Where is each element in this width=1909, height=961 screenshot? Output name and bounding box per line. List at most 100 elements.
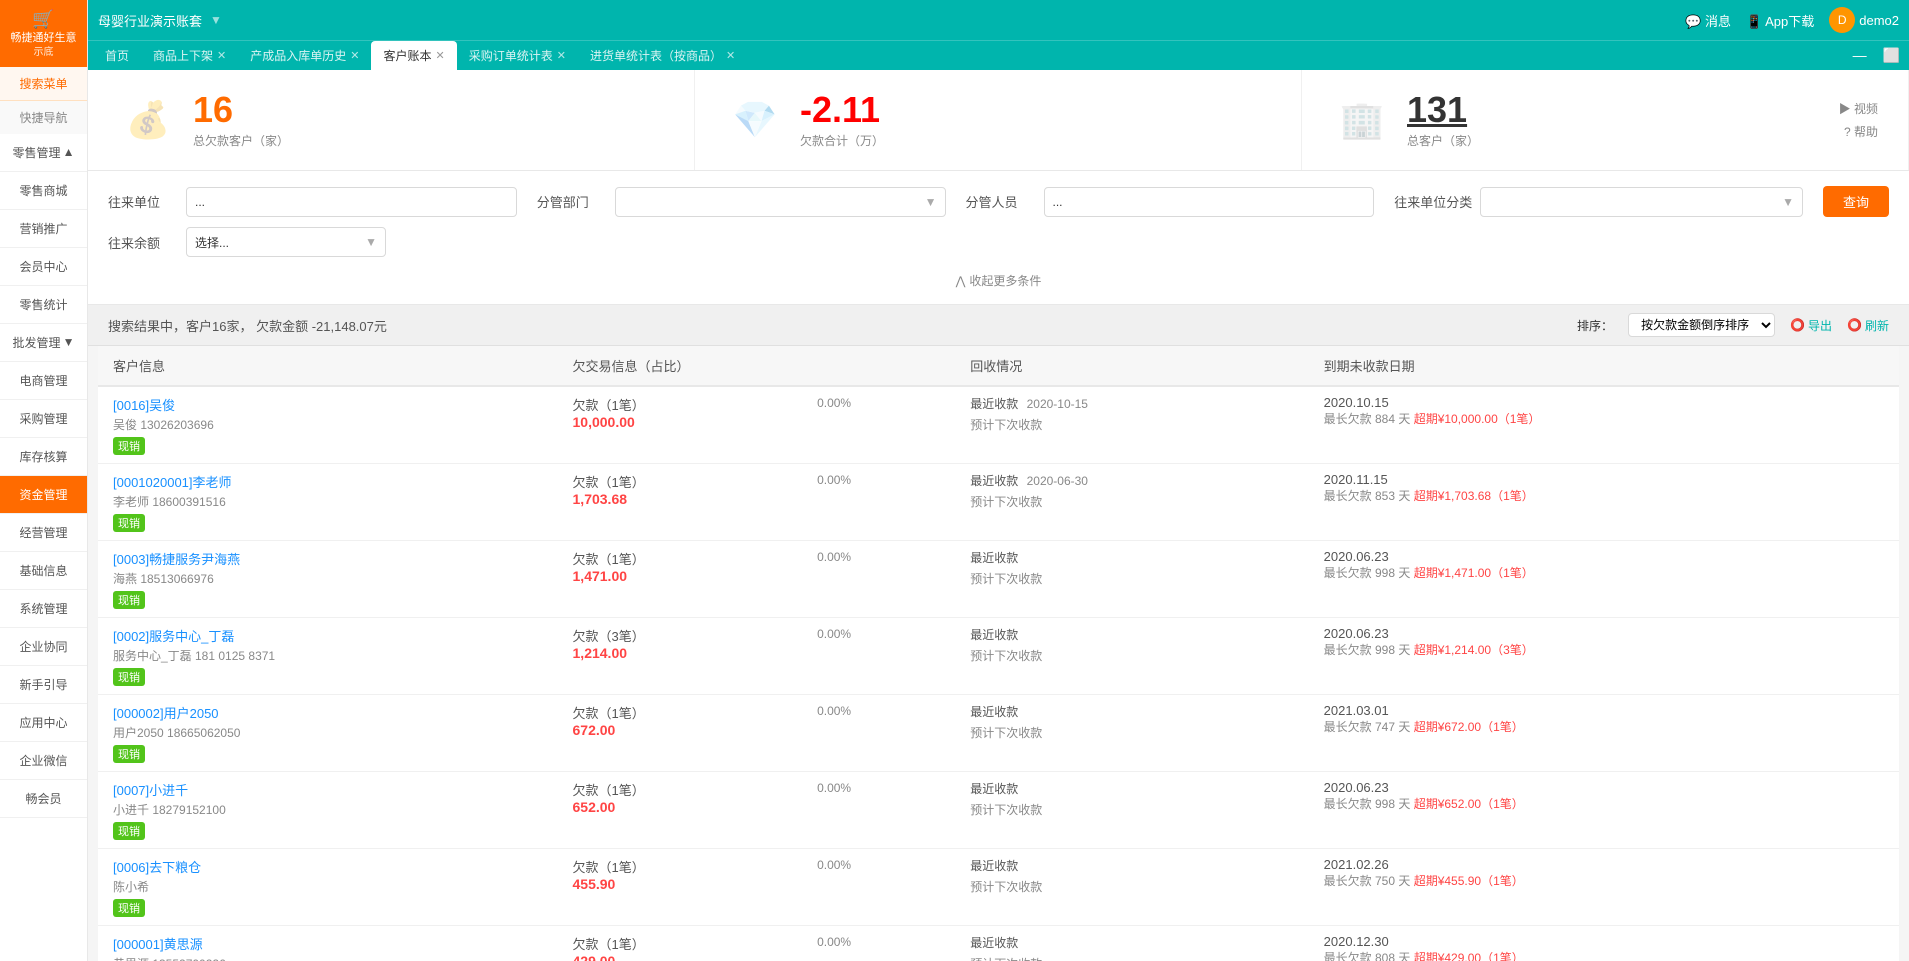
- debt-count: 欠款（3笔）: [573, 626, 788, 645]
- main-area: 母婴行业演示账套 ▼ 💬 消息 📱 App下载 D demo2 首页 商品上下架…: [88, 0, 1909, 961]
- filter-from-unit-input[interactable]: ...: [186, 187, 517, 217]
- sidebar-item-batch-manage[interactable]: 批发管理▼: [0, 324, 87, 362]
- customer-name-link[interactable]: [000001]黄思源: [113, 934, 543, 953]
- debt-info-cell: 欠款（1笔） 429.00: [558, 926, 803, 961]
- user-avatar[interactable]: D demo2: [1829, 7, 1899, 33]
- sidebar-item-member[interactable]: 会员中心: [0, 248, 87, 286]
- collapse-row[interactable]: ⋀ 收起更多条件: [108, 267, 1889, 294]
- recover-info: 最近收款: [970, 703, 1293, 720]
- app-download-btn[interactable]: 📱 App下载: [1746, 11, 1814, 30]
- sidebar-item-operation[interactable]: 经营管理: [0, 514, 87, 552]
- sidebar-item-finance[interactable]: 资金管理: [0, 476, 87, 514]
- sidebar-item-purchase[interactable]: 采购管理: [0, 400, 87, 438]
- sort-select[interactable]: 按欠款金额倒序排序: [1628, 313, 1775, 337]
- tab-purchase-order-close[interactable]: ✕: [557, 49, 566, 62]
- customer-name-link[interactable]: [0016]吴俊: [113, 395, 543, 414]
- message-btn[interactable]: 💬 消息: [1685, 11, 1731, 30]
- filter-person-input[interactable]: ...: [1044, 187, 1375, 217]
- recover-cell: 最近收款 预计下次收款: [955, 695, 1308, 772]
- filter-dept-arrow: ▼: [925, 195, 937, 209]
- recover-cell: 最近收款 预计下次收款: [955, 618, 1308, 695]
- debt-info-cell: 欠款（1笔） 652.00: [558, 772, 803, 849]
- customer-name-link[interactable]: [0007]小进千: [113, 780, 543, 799]
- customer-name-link[interactable]: [0003]畅捷服务尹海燕: [113, 549, 543, 568]
- tab-expand-btn[interactable]: ⬜: [1879, 45, 1904, 66]
- tab-collapse-btn[interactable]: —: [1849, 45, 1871, 66]
- results-info: 搜索结果中，客户16家， 欠款金额 -21,148.07元: [108, 316, 387, 335]
- sidebar-item-corp-wechat[interactable]: 企业微信: [0, 742, 87, 780]
- total-customers-icon: 🏢: [1332, 90, 1392, 150]
- sidebar-item-new-guide[interactable]: 新手引导: [0, 666, 87, 704]
- tab-production-history-close[interactable]: ✕: [350, 49, 359, 62]
- overdue-link[interactable]: 超期¥429.00（1笔）: [1414, 951, 1524, 961]
- customer-info-cell: [0016]吴俊 吴俊 13026203696 现销: [98, 386, 558, 464]
- help-btn[interactable]: ? 帮助: [1844, 123, 1878, 140]
- recover-date: 2020-06-30: [1027, 474, 1088, 488]
- table-row: [0003]畅捷服务尹海燕 海燕 18513066976 现销 欠款（1笔） 1…: [98, 541, 1899, 618]
- sidebar-item-ecommerce[interactable]: 电商管理: [0, 362, 87, 400]
- customer-info-cell: [000001]黄思源 黄思源 13552700226 现销: [98, 926, 558, 961]
- sidebar-item-corp-collab[interactable]: 企业协同: [0, 628, 87, 666]
- sidebar-item-app-center[interactable]: 应用中心: [0, 704, 87, 742]
- tab-incoming-stat[interactable]: 进货单统计表（按商品） ✕: [578, 41, 747, 70]
- tab-home[interactable]: 首页: [93, 41, 141, 70]
- col-due-date: 到期未收款日期: [1309, 346, 1899, 386]
- message-icon: 💬: [1685, 14, 1701, 29]
- overdue-link[interactable]: 超期¥1,703.68（1笔）: [1414, 489, 1534, 503]
- customer-name-link[interactable]: [000002]用户2050: [113, 703, 543, 722]
- customer-name-link[interactable]: [0002]服务中心_丁磊: [113, 626, 543, 645]
- recover-date: 2020-10-15: [1027, 397, 1088, 411]
- recover-cell: 最近收款 2020-10-15 预计下次收款: [955, 386, 1308, 464]
- filter-dept: 分管部门 ▼: [537, 187, 946, 217]
- sidebar-item-retail-store[interactable]: 零售商城: [0, 172, 87, 210]
- debt-info-cell: 欠款（1笔） 455.90: [558, 849, 803, 926]
- due-date: 2021.03.01: [1324, 703, 1884, 718]
- overdue-link[interactable]: 超期¥1,471.00（1笔）: [1414, 566, 1534, 580]
- sort-label: 排序：: [1577, 317, 1613, 334]
- sidebar-item-retail-stat[interactable]: 零售统计: [0, 286, 87, 324]
- export-btn[interactable]: ⭕ 导出: [1790, 317, 1832, 334]
- search-menu-item[interactable]: 搜索菜单: [0, 67, 87, 101]
- app-header: 母婴行业演示账套 ▼ 💬 消息 📱 App下载 D demo2: [88, 0, 1909, 40]
- tab-incoming-stat-close[interactable]: ✕: [726, 49, 735, 62]
- tab-customer-account-close[interactable]: ✕: [436, 49, 445, 62]
- due-date-cell: 2020.10.15 最长欠款 884 天 超期¥10,000.00（1笔）: [1309, 386, 1899, 464]
- sidebar-item-member-vip[interactable]: 畅会员: [0, 780, 87, 818]
- sidebar-item-inventory[interactable]: 库存核算: [0, 438, 87, 476]
- debt-info-cell: 欠款（1笔） 1,471.00: [558, 541, 803, 618]
- sidebar-item-basic-info[interactable]: 基础信息: [0, 552, 87, 590]
- video-btn[interactable]: ▶ 视频: [1839, 100, 1878, 117]
- recover-cell: 最近收款 预计下次收款: [955, 849, 1308, 926]
- overdue-link[interactable]: 超期¥10,000.00（1笔）: [1414, 412, 1541, 426]
- debt-pct: 0.00%: [817, 781, 851, 795]
- customer-sub: 陈小希: [113, 878, 543, 895]
- stats-row: 💰 16 总欠款客户（家） 💎 -2.11 欠款合计（万） 🏢 131 总客户（…: [88, 70, 1909, 171]
- search-button[interactable]: 查询: [1823, 186, 1889, 217]
- video-icon: ▶: [1839, 102, 1851, 116]
- tab-products[interactable]: 商品上下架 ✕: [141, 41, 238, 70]
- overdue-link[interactable]: 超期¥672.00（1笔）: [1414, 720, 1524, 734]
- tab-production-history[interactable]: 产成品入库单历史 ✕: [238, 41, 371, 70]
- customer-name-link[interactable]: [0001020001]李老师: [113, 472, 543, 491]
- refresh-btn[interactable]: ⭕ 刷新: [1847, 317, 1889, 334]
- overdue-link[interactable]: 超期¥652.00（1笔）: [1414, 797, 1524, 811]
- dropdown-arrow-header[interactable]: ▼: [210, 13, 222, 27]
- sidebar-item-retail-manage[interactable]: 零售管理▲: [0, 134, 87, 172]
- customer-name-link[interactable]: [0006]去下粮仓: [113, 857, 543, 876]
- sidebar-item-system[interactable]: 系统管理: [0, 590, 87, 628]
- sidebar-item-marketing[interactable]: 营销推广: [0, 210, 87, 248]
- overdue-info: 最长欠款 998 天 超期¥652.00（1笔）: [1324, 795, 1884, 812]
- tab-customer-account[interactable]: 客户账本 ✕: [371, 41, 456, 70]
- tab-purchase-order[interactable]: 采购订单统计表 ✕: [457, 41, 578, 70]
- filter-from-unit-dots: ...: [195, 195, 205, 209]
- overdue-link[interactable]: 超期¥455.90（1笔）: [1414, 874, 1524, 888]
- debt-amount-cell: 1,703.68: [573, 491, 788, 507]
- overdue-link[interactable]: 超期¥1,214.00（3笔）: [1414, 643, 1534, 657]
- overdue-days: 最长欠款 998 天: [1324, 643, 1414, 657]
- filter-unit-class-select[interactable]: ▼: [1480, 187, 1803, 217]
- debt-amount-cell: 672.00: [573, 722, 788, 738]
- due-date: 2021.02.26: [1324, 857, 1884, 872]
- filter-dept-select[interactable]: ▼: [615, 187, 946, 217]
- tab-products-close[interactable]: ✕: [217, 49, 226, 62]
- filter-balance-select[interactable]: 选择... ▼: [186, 227, 386, 257]
